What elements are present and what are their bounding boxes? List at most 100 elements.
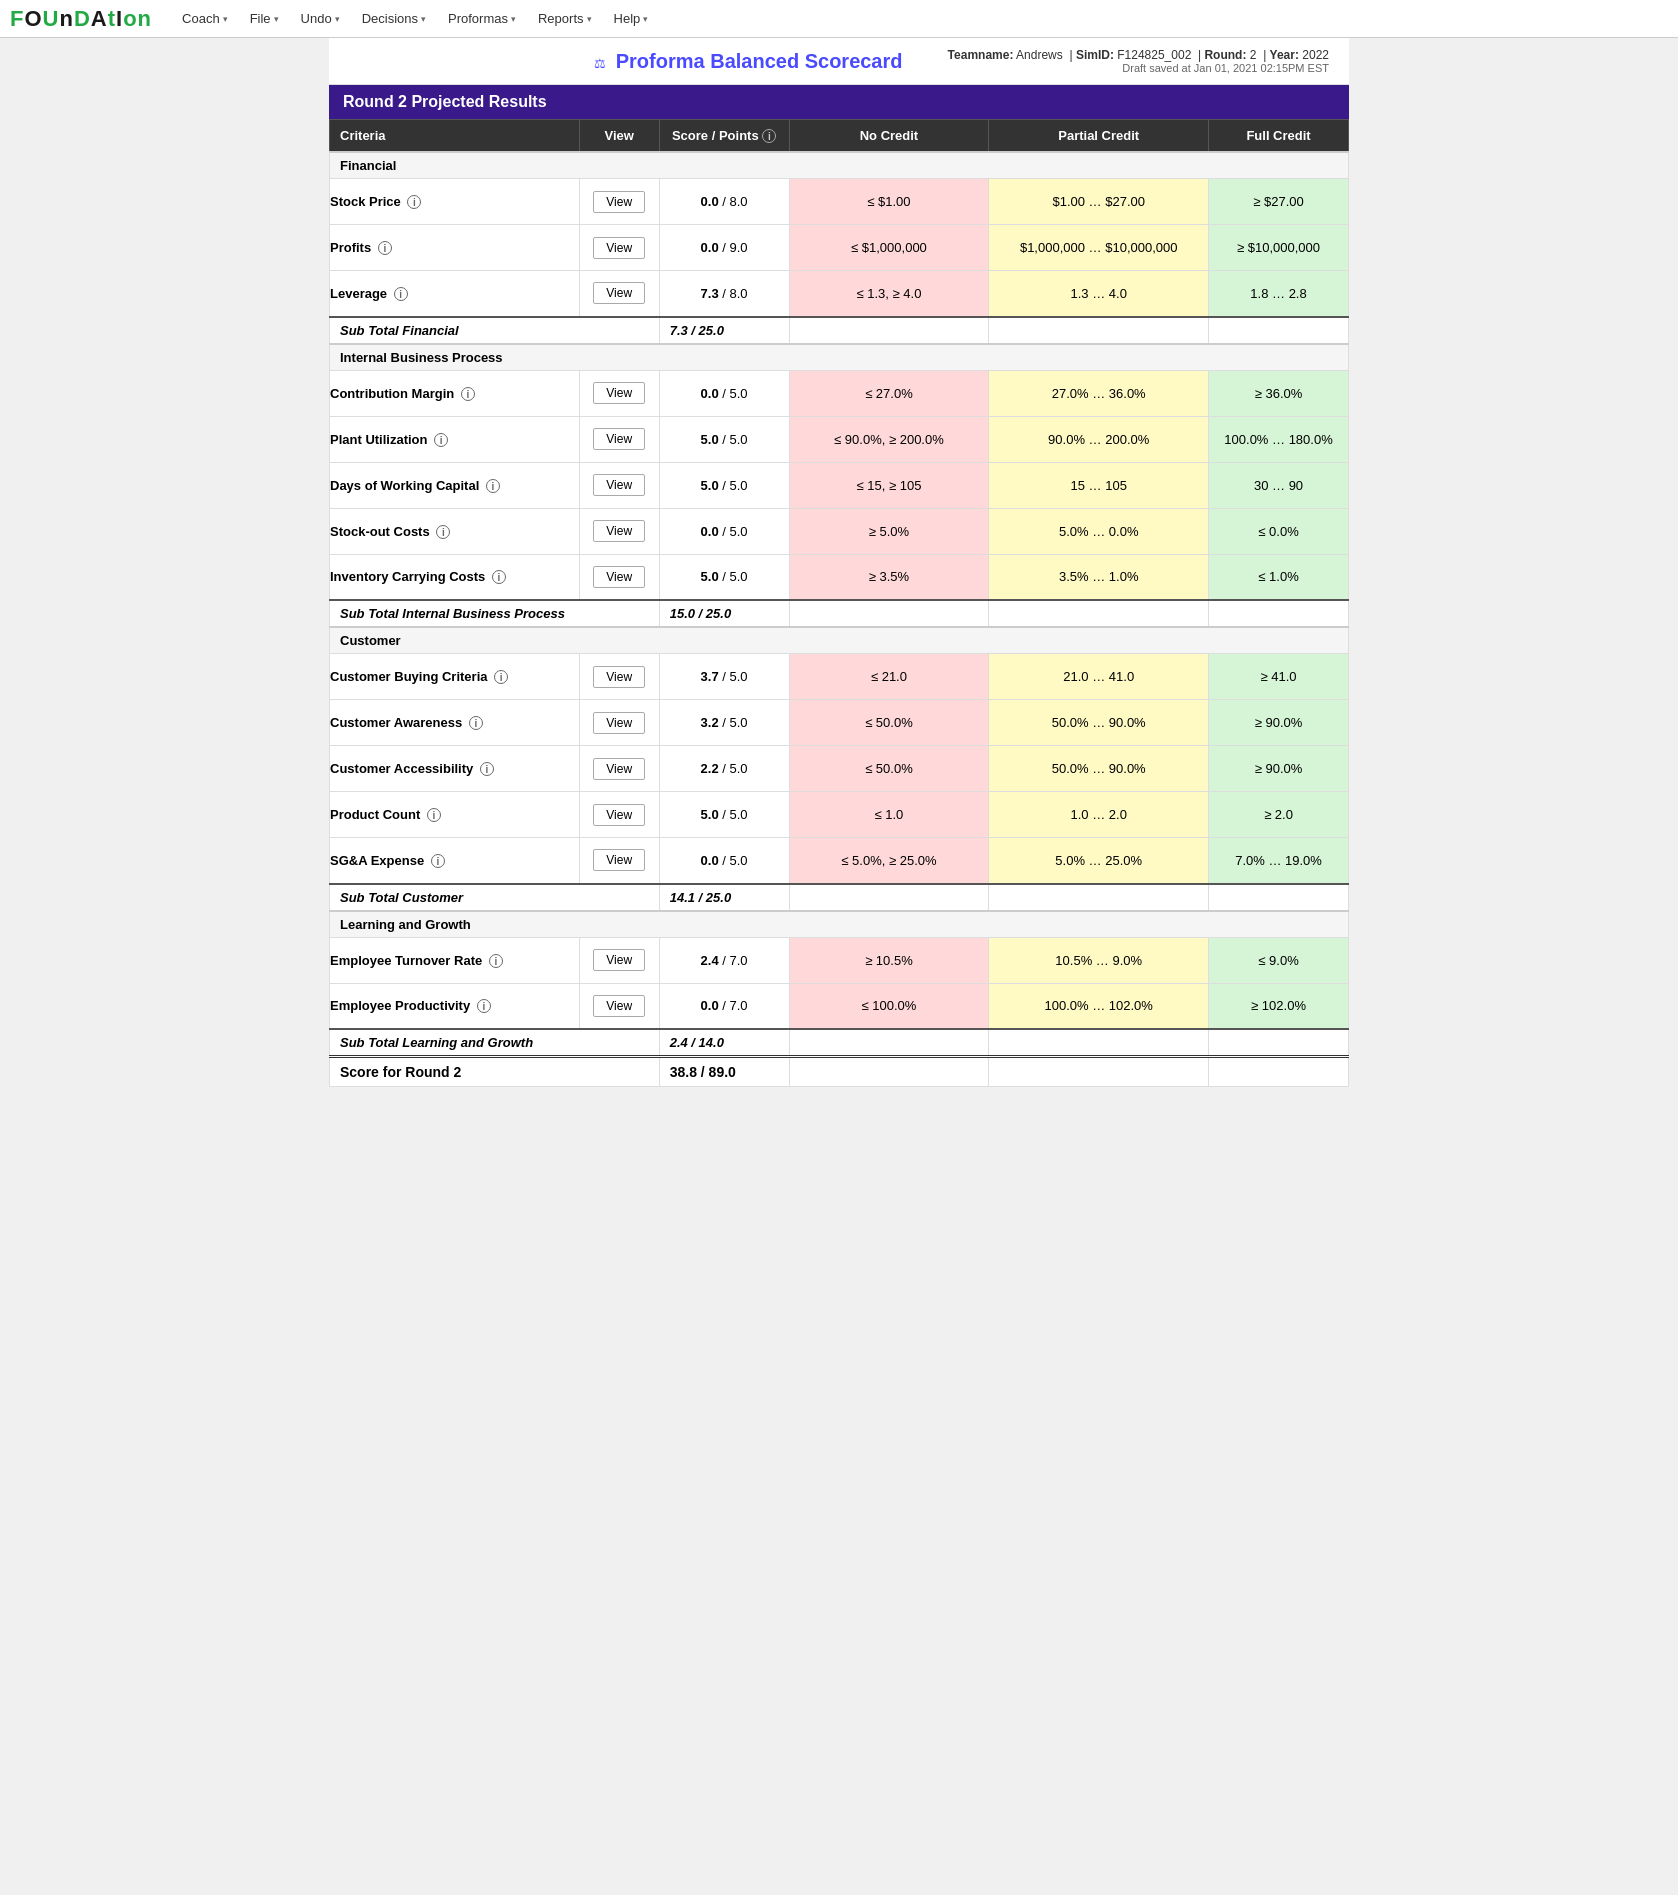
view-button[interactable]: View xyxy=(593,849,645,871)
info-icon[interactable]: i xyxy=(436,525,450,539)
score-value: 0.0 xyxy=(701,194,719,209)
score-cell: 3.7 / 5.0 xyxy=(659,654,789,700)
info-icon[interactable]: i xyxy=(394,287,408,301)
score-value: 7.3 xyxy=(701,286,719,301)
view-button[interactable]: View xyxy=(593,566,645,588)
subtotal-full xyxy=(1209,317,1349,344)
table-row: Leverage i View 7.3 / 8.0 ≤ 1.3, ≥ 4.0 1… xyxy=(330,271,1349,317)
category-row-3: Learning and Growth xyxy=(330,911,1349,938)
nav-menu: Coach ▾ File ▾ Undo ▾ Decisions ▾ Profor… xyxy=(172,7,658,30)
info-icon[interactable]: i xyxy=(427,808,441,822)
score-value: 0.0 xyxy=(701,240,719,255)
criteria-cell: Employee Turnover Rate i xyxy=(330,937,580,983)
partial-credit-cell: 5.0% … 0.0% xyxy=(989,508,1209,554)
score-value: 3.7 xyxy=(701,669,719,684)
view-cell: View xyxy=(579,554,659,600)
criteria-cell: Inventory Carrying Costs i xyxy=(330,554,580,600)
view-button[interactable]: View xyxy=(593,237,645,259)
view-button[interactable]: View xyxy=(593,191,645,213)
subtotal-full xyxy=(1209,600,1349,627)
view-cell: View xyxy=(579,225,659,271)
draft-saved-text: Draft saved at Jan 01, 2021 02:15PM EST xyxy=(948,62,1329,74)
page-title: Proforma Balanced Scorecard xyxy=(616,50,903,72)
score-cell: 5.0 / 5.0 xyxy=(659,462,789,508)
partial-credit-cell: $1,000,000 … $10,000,000 xyxy=(989,225,1209,271)
subtotal-label: Sub Total Customer xyxy=(330,884,660,911)
info-icon[interactable]: i xyxy=(469,716,483,730)
full-credit-cell: ≥ 2.0 xyxy=(1209,792,1349,838)
info-icon[interactable]: i xyxy=(489,954,503,968)
nav-file[interactable]: File ▾ xyxy=(240,7,289,30)
table-row: Customer Buying Criteria i View 3.7 / 5.… xyxy=(330,654,1349,700)
criteria-cell: Plant Utilization i xyxy=(330,416,580,462)
view-button[interactable]: View xyxy=(593,474,645,496)
full-credit-cell: 30 … 90 xyxy=(1209,462,1349,508)
table-row: Stock-out Costs i View 0.0 / 5.0 ≥ 5.0% … xyxy=(330,508,1349,554)
no-credit-cell: ≤ 1.3, ≥ 4.0 xyxy=(789,271,989,317)
nav-coach[interactable]: Coach ▾ xyxy=(172,7,238,30)
view-button[interactable]: View xyxy=(593,666,645,688)
view-button[interactable]: View xyxy=(593,758,645,780)
view-cell: View xyxy=(579,983,659,1029)
view-button[interactable]: View xyxy=(593,949,645,971)
nav-help[interactable]: Help ▾ xyxy=(604,7,659,30)
info-icon[interactable]: i xyxy=(407,195,421,209)
full-credit-cell: ≥ $10,000,000 xyxy=(1209,225,1349,271)
partial-credit-cell: 3.5% … 1.0% xyxy=(989,554,1209,600)
subtotal-score: 14.1 / 25.0 xyxy=(659,884,789,911)
info-icon[interactable]: i xyxy=(434,433,448,447)
criteria-cell: Customer Awareness i xyxy=(330,700,580,746)
col-no-credit: No Credit xyxy=(789,120,989,153)
col-view: View xyxy=(579,120,659,153)
info-icon[interactable]: i xyxy=(480,762,494,776)
info-icon[interactable]: i xyxy=(431,854,445,868)
view-cell: View xyxy=(579,654,659,700)
view-button[interactable]: View xyxy=(593,995,645,1017)
info-icon[interactable]: i xyxy=(486,479,500,493)
view-button[interactable]: View xyxy=(593,382,645,404)
view-button[interactable]: View xyxy=(593,804,645,826)
subtotal-label: Sub Total Internal Business Process xyxy=(330,600,660,627)
info-icon[interactable]: i xyxy=(492,570,506,584)
full-credit-cell: ≥ $27.00 xyxy=(1209,179,1349,225)
full-credit-cell: ≤ 9.0% xyxy=(1209,937,1349,983)
table-row: Customer Awareness i View 3.2 / 5.0 ≤ 50… xyxy=(330,700,1349,746)
score-value: 5.0 xyxy=(701,478,719,493)
view-cell: View xyxy=(579,416,659,462)
info-icon[interactable]: i xyxy=(477,999,491,1013)
nav-proformas[interactable]: Proformas ▾ xyxy=(438,7,526,30)
view-button[interactable]: View xyxy=(593,282,645,304)
score-value: 5.0 xyxy=(701,569,719,584)
no-credit-cell: ≥ 5.0% xyxy=(789,508,989,554)
full-credit-cell: ≥ 102.0% xyxy=(1209,983,1349,1029)
criteria-cell: Stock Price i xyxy=(330,179,580,225)
table-row: Days of Working Capital i View 5.0 / 5.0… xyxy=(330,462,1349,508)
info-icon[interactable]: i xyxy=(378,241,392,255)
score-cell: 5.0 / 5.0 xyxy=(659,792,789,838)
view-button[interactable]: View xyxy=(593,712,645,734)
no-credit-cell: ≤ 90.0%, ≥ 200.0% xyxy=(789,416,989,462)
criteria-cell: Leverage i xyxy=(330,271,580,317)
info-icon[interactable]: i xyxy=(461,387,475,401)
final-full xyxy=(1209,1057,1349,1087)
nav-reports[interactable]: Reports ▾ xyxy=(528,7,602,30)
subtotal-row: Sub Total Customer 14.1 / 25.0 xyxy=(330,884,1349,911)
nav-undo[interactable]: Undo ▾ xyxy=(291,7,350,30)
score-value: 0.0 xyxy=(701,524,719,539)
full-credit-cell: 100.0% … 180.0% xyxy=(1209,416,1349,462)
no-credit-cell: ≤ 50.0% xyxy=(789,746,989,792)
view-button[interactable]: View xyxy=(593,428,645,450)
final-score-label: Score for Round 2 xyxy=(330,1057,660,1087)
col-full-credit: Full Credit xyxy=(1209,120,1349,153)
subtotal-label: Sub Total Learning and Growth xyxy=(330,1029,660,1057)
view-cell: View xyxy=(579,792,659,838)
subtotal-full xyxy=(1209,1029,1349,1057)
nav-decisions[interactable]: Decisions ▾ xyxy=(352,7,436,30)
info-icon[interactable]: i xyxy=(494,670,508,684)
table-row: Profits i View 0.0 / 9.0 ≤ $1,000,000 $1… xyxy=(330,225,1349,271)
category-label: Financial xyxy=(330,152,1349,179)
view-button[interactable]: View xyxy=(593,520,645,542)
partial-credit-cell: 21.0 … 41.0 xyxy=(989,654,1209,700)
no-credit-cell: ≥ 10.5% xyxy=(789,937,989,983)
subtotal-partial xyxy=(989,317,1209,344)
